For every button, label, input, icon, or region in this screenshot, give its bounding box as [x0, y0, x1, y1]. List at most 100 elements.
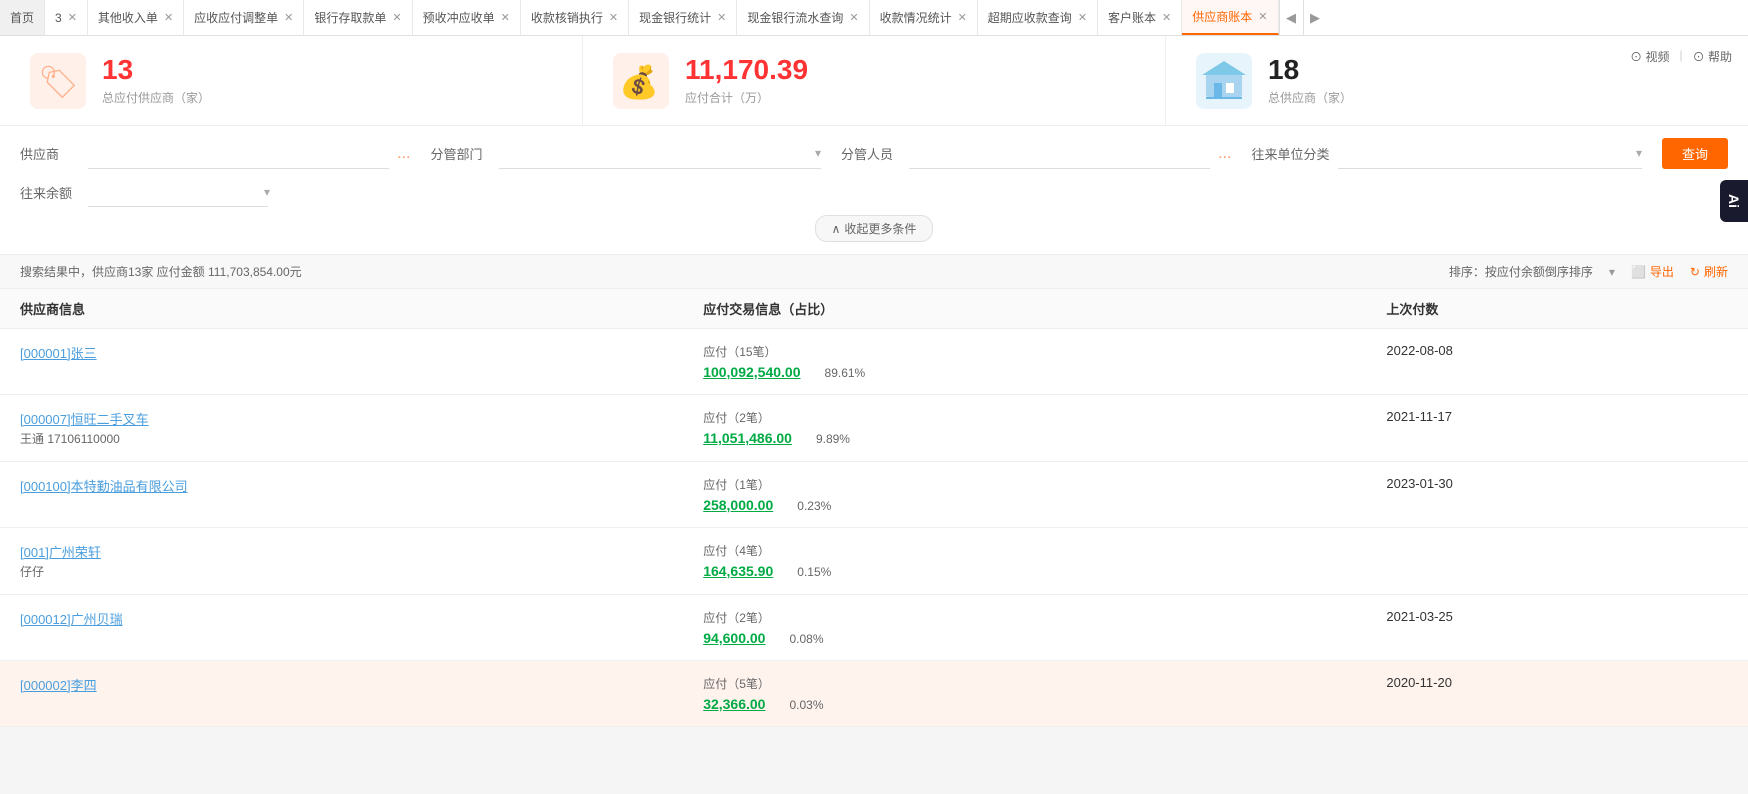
txn-pct-value: 9.89%: [816, 432, 850, 446]
collapse-button[interactable]: ∧ 收起更多条件: [815, 215, 934, 242]
dept-select-wrap[interactable]: ▾: [499, 139, 822, 169]
supplier-input[interactable]: [88, 139, 389, 169]
tab-ar-ap-adjust-label: 应收应付调整单: [194, 9, 278, 26]
tab-bank-deposit-close[interactable]: ✕: [392, 11, 401, 24]
last-date-cell: 2021-03-25: [1386, 609, 1728, 624]
category-select-wrap[interactable]: ▾: [1338, 139, 1642, 169]
txn-info-cell: 应付（4笔）164,635.900.15%: [703, 542, 1386, 579]
help-link[interactable]: ⊙ 帮助: [1693, 48, 1732, 65]
filter-dept-label: 分管部门: [431, 144, 491, 163]
tab-receipt-stat-label: 收款情况统计: [880, 9, 952, 26]
refresh-label: 刷新: [1704, 263, 1728, 280]
result-summary-text: 搜索结果中，供应商13家 应付金额 111,703,854.00元: [20, 263, 302, 280]
tab-receipt-stat[interactable]: 收款情况统计 ✕: [870, 0, 978, 35]
supplier-info-cell: [000007]恒旺二手叉车王通 17106110000: [20, 409, 703, 447]
txn-info-cell: 应付（15笔） 100,092,540.00 89.61%: [703, 343, 1386, 380]
table-row: [000012]广州贝瑞应付（2笔）94,600.000.08%2021-03-…: [0, 595, 1748, 661]
nav-next-arrow[interactable]: ▶: [1303, 0, 1327, 35]
refresh-button[interactable]: ↻ 刷新: [1690, 263, 1728, 280]
svg-text:🏷: 🏷: [38, 64, 79, 100]
tab-pre-collect[interactable]: 预收冲应收单 ✕: [413, 0, 521, 35]
tab-customer-ledger-close[interactable]: ✕: [1162, 11, 1171, 24]
txn-pct-value: 89.61%: [825, 366, 866, 380]
table-row: [000001]张三应付（15笔）100,092,540.0089.61%202…: [0, 329, 1748, 395]
result-summary: 搜索结果中，供应商13家 应付金额 111,703,854.00元: [20, 263, 302, 280]
query-button[interactable]: 查询: [1662, 138, 1728, 169]
tab-pre-collect-close[interactable]: ✕: [501, 11, 510, 24]
txn-amount-row: 100,092,540.00 89.61%: [703, 362, 1386, 380]
stat-label-total-suppliers: 总供应商（家）: [1268, 89, 1352, 106]
tab-receipt-exec[interactable]: 收款核销执行 ✕: [521, 0, 629, 35]
nav-prev-arrow[interactable]: ◀: [1279, 0, 1303, 35]
tab-3[interactable]: 3 ✕: [45, 0, 88, 35]
txn-amount-value[interactable]: 32,366.00: [703, 696, 765, 712]
tab-customer-ledger[interactable]: 客户账本 ✕: [1098, 0, 1182, 35]
tab-other-income[interactable]: 其他收入单 ✕: [88, 0, 184, 35]
txn-count-text: 应付（2笔）: [703, 409, 1386, 426]
tab-ar-ap-adjust[interactable]: 应收应付调整单 ✕: [184, 0, 304, 35]
txn-count-text: 应付（15笔）: [703, 343, 1386, 360]
person-input[interactable]: [909, 139, 1210, 169]
tab-bank-deposit[interactable]: 银行存取款单 ✕: [304, 0, 412, 35]
txn-amount-row: 258,000.000.23%: [703, 495, 1386, 513]
tab-cash-bank-flow-label: 现金银行流水查询: [747, 9, 843, 26]
dept-input[interactable]: [499, 146, 815, 161]
result-right-tools: 排序：按应付余额倒序排序 ▾ ⬜ 导出 ↻ 刷新: [1449, 263, 1728, 280]
balance-input[interactable]: [88, 184, 264, 199]
txn-info-cell: 应付（5笔）32,366.000.03%: [703, 675, 1386, 712]
tab-overdue-ar-close[interactable]: ✕: [1078, 11, 1087, 24]
txn-amount-value[interactable]: 100,092,540.00: [703, 364, 800, 380]
table-header: 供应商信息 应付交易信息（占比） 上次付数: [0, 289, 1748, 329]
ai-button[interactable]: Ai: [1720, 180, 1748, 222]
last-date-cell: 2023-01-30: [1386, 476, 1728, 491]
txn-info-cell: 应付（1笔）258,000.000.23%: [703, 476, 1386, 513]
tab-bank-deposit-label: 银行存取款单: [314, 9, 386, 26]
tab-home[interactable]: 首页: [0, 0, 45, 35]
filter-row-2: 往来余额 ▾: [20, 177, 1728, 207]
stat-label-total-ap: 应付合计（万）: [685, 89, 808, 106]
data-table: 供应商信息 应付交易信息（占比） 上次付数 [000001]张三 应付（15笔） 1…: [0, 289, 1748, 727]
export-button[interactable]: ⬜ 导出: [1631, 263, 1674, 280]
tab-cash-bank-stat-close[interactable]: ✕: [717, 11, 726, 24]
col-last-date: 上次付数: [1386, 299, 1728, 318]
stat-label-payable-suppliers: 总应付供应商（家）: [102, 89, 210, 106]
money-icon: 💰: [613, 53, 669, 109]
txn-amount-value[interactable]: 258,000.00: [703, 497, 773, 513]
tab-supplier-ledger-close[interactable]: ✕: [1258, 10, 1267, 23]
filter-person: 分管人员 ...: [841, 139, 1232, 169]
tab-cash-bank-stat[interactable]: 现金银行统计 ✕: [629, 0, 737, 35]
tab-3-close[interactable]: ✕: [68, 11, 77, 24]
txn-amount-value[interactable]: 11,051,486.00: [703, 430, 792, 446]
tab-receipt-exec-close[interactable]: ✕: [609, 11, 618, 24]
balance-chevron-icon: ▾: [264, 185, 270, 199]
tab-receipt-stat-close[interactable]: ✕: [958, 11, 967, 24]
supplier-link[interactable]: [000100]本特勤油品有限公司: [20, 479, 188, 494]
supplier-link[interactable]: [000012]广州贝瑞: [20, 612, 123, 627]
supplier-link[interactable]: [001]广州荣轩: [20, 545, 101, 560]
tab-cash-bank-flow-close[interactable]: ✕: [849, 11, 858, 24]
tab-cash-bank-flow[interactable]: 现金银行流水查询 ✕: [737, 0, 869, 35]
txn-amount-value[interactable]: 94,600.00: [703, 630, 765, 646]
video-link[interactable]: ⊙ 视频: [1630, 48, 1669, 65]
stat-info-total-ap: 11,170.39 应付合计（万）: [685, 55, 808, 107]
txn-amount-value[interactable]: 164,635.90: [703, 563, 773, 579]
tab-supplier-ledger[interactable]: 供应商账本 ✕: [1182, 0, 1278, 35]
supplier-link[interactable]: [000007]恒旺二手叉车: [20, 412, 149, 427]
txn-pct-value: 0.03%: [789, 698, 823, 712]
tab-ar-ap-adjust-close[interactable]: ✕: [284, 11, 293, 24]
tab-other-income-close[interactable]: ✕: [164, 11, 173, 24]
tab-overdue-ar[interactable]: 超期应收款查询 ✕: [978, 0, 1098, 35]
supplier-dots[interactable]: ...: [397, 145, 410, 163]
supplier-sub-text: 仔仔: [20, 563, 703, 580]
supplier-link[interactable]: [000001]张三: [20, 346, 97, 361]
supplier-link[interactable]: [000002]李四: [20, 678, 97, 693]
balance-select-wrap[interactable]: ▾: [88, 177, 268, 207]
filter-dept: 分管部门 ▾: [431, 139, 822, 169]
person-dots[interactable]: ...: [1218, 145, 1231, 163]
store-icon: [1196, 53, 1252, 109]
txn-info-cell: 应付（2笔） 11,051,486.00 9.89%: [703, 409, 1386, 446]
filter-bar: 供应商 ... 分管部门 ▾ 分管人员 ... 往来单位分类 ▾ 查询 往来: [0, 126, 1748, 255]
filter-person-label: 分管人员: [841, 144, 901, 163]
supplier-info-cell: [000002]李四: [20, 675, 703, 694]
category-input[interactable]: [1338, 146, 1636, 161]
